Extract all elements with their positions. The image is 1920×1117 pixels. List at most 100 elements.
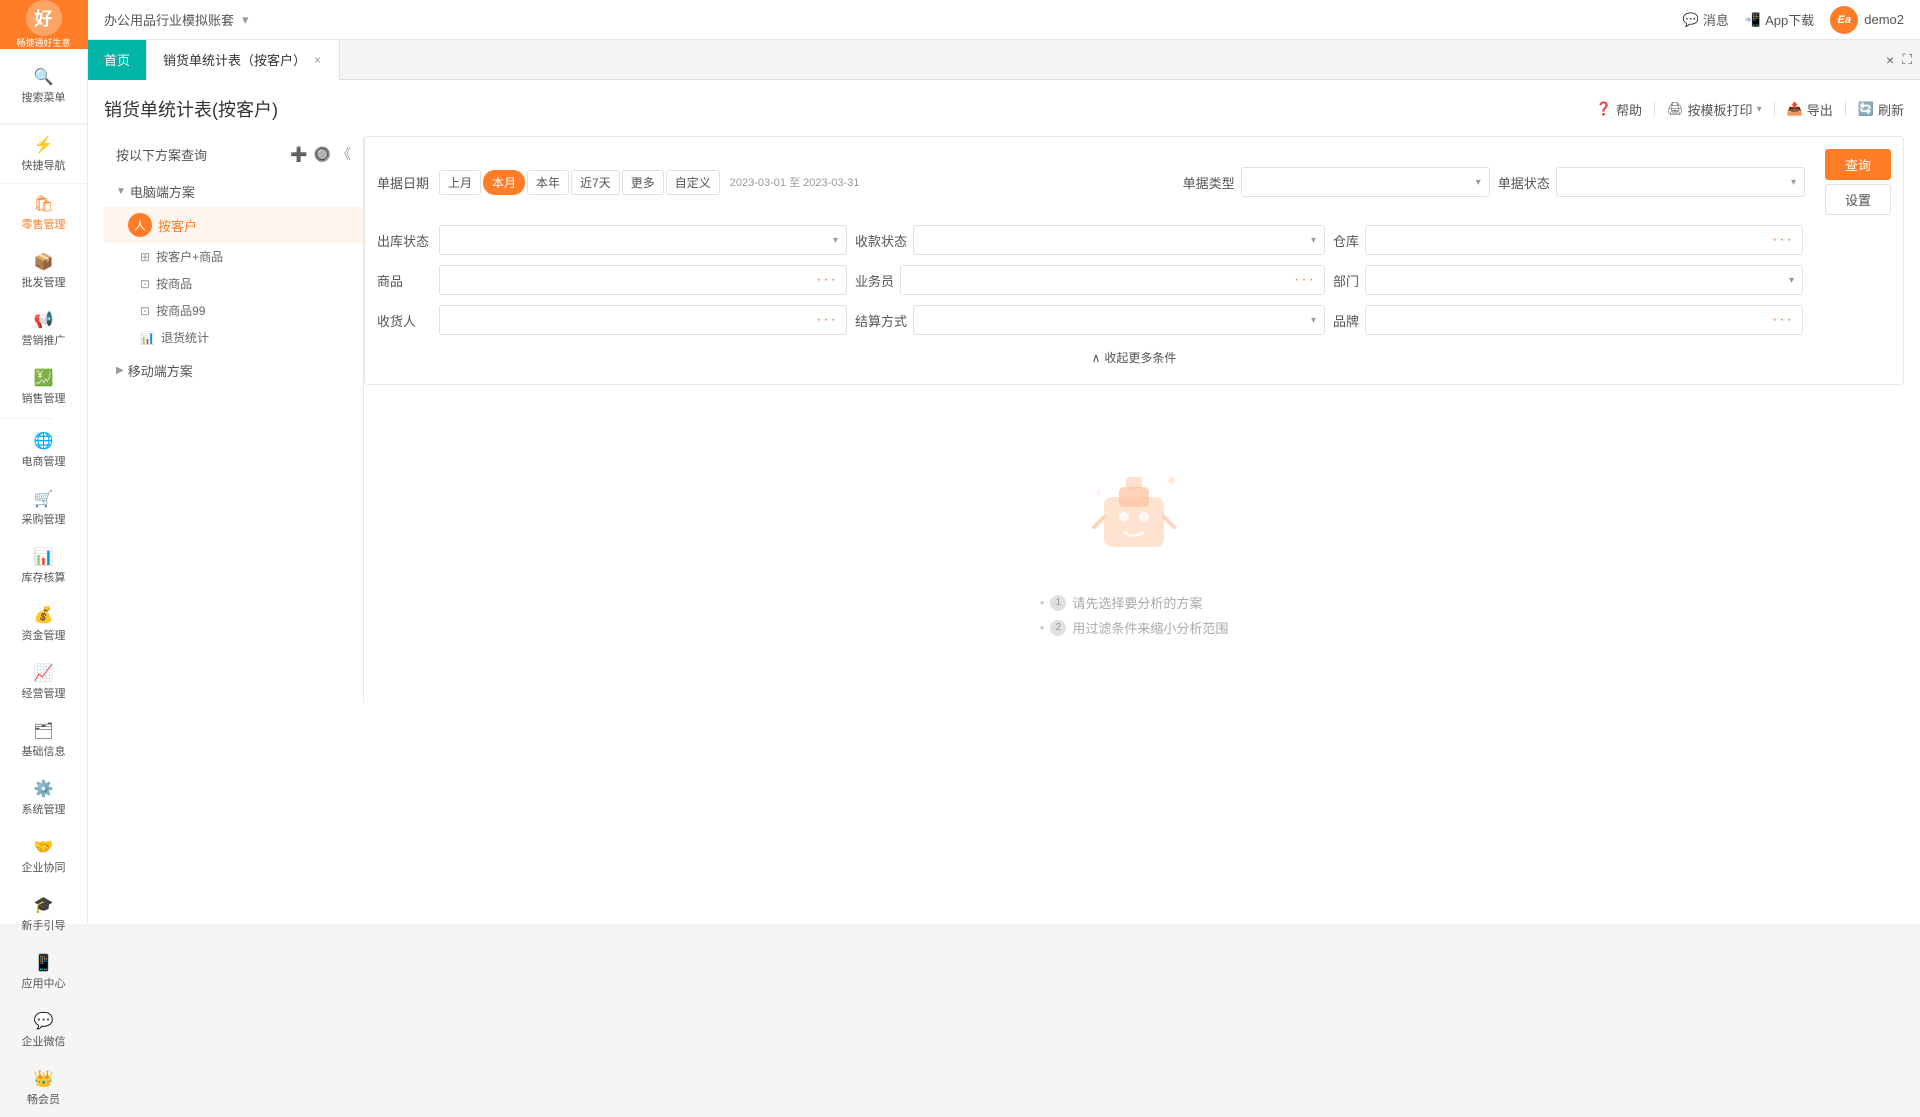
sidebar-item-ecommerce[interactable]: 🌐 电商管理 xyxy=(0,421,87,479)
brand-input[interactable]: ··· xyxy=(1365,305,1803,335)
home-tab-label: 首页 xyxy=(104,50,130,69)
sidebar-item-search[interactable]: 🔍 搜索菜单 xyxy=(0,57,87,115)
sidebar-item-marketing[interactable]: 📢 营销推广 xyxy=(0,300,87,358)
payment-input[interactable]: ▾ xyxy=(913,305,1325,335)
query-button[interactable]: 查询 xyxy=(1825,149,1891,180)
tree-grandchild-customer-goods[interactable]: ⊞ 按客户+商品 xyxy=(104,243,363,270)
payment-arrow: ▾ xyxy=(1311,315,1316,326)
sidebar-item-finance[interactable]: 💰 资金管理 xyxy=(0,595,87,653)
tree-parent-desktop[interactable]: ▼ 电脑端方案 xyxy=(104,176,363,207)
tree-child-customer[interactable]: 人 按客户 xyxy=(104,207,363,243)
order-type-input[interactable]: ▾ xyxy=(1241,167,1490,197)
date-btn-thismonth[interactable]: 本月 xyxy=(483,170,525,195)
filter-row-2: 出库状态 ▾ 收款状态 xyxy=(377,225,1891,255)
sidebar-item-retail[interactable]: 🛍 零售管理 xyxy=(0,184,87,242)
empty-tip-1: 1 请先选择要分析的方案 xyxy=(1040,593,1229,612)
logo-icon: 好 xyxy=(26,0,62,36)
department-input[interactable]: ▾ xyxy=(1365,265,1803,295)
sidebar-item-wholesale[interactable]: 📦 批发管理 xyxy=(0,242,87,300)
goods-dots: ··· xyxy=(816,271,838,289)
tree-grandchild-goods-label: 按商品 xyxy=(156,275,192,292)
export-button[interactable]: 📤 导出 xyxy=(1787,100,1833,119)
ecommerce-icon: 🌐 xyxy=(34,431,54,451)
date-filter: 单据日期 上月 本月 本年 近7天 更多 自定义 xyxy=(377,170,859,195)
appcenter-icon: 📱 xyxy=(34,953,54,973)
tree-parent-mobile[interactable]: ▶ 移动端方案 xyxy=(104,355,363,386)
app-download-button[interactable]: 📲 App下载 xyxy=(1745,10,1814,29)
receiver-input[interactable]: ··· xyxy=(439,305,847,335)
date-btn-lastmonth[interactable]: 上月 xyxy=(439,170,481,195)
header-right: 💬 消息 📲 App下载 Ea demo2 xyxy=(1683,6,1904,34)
divider-1 xyxy=(1654,102,1655,116)
warehouse-input[interactable]: ··· xyxy=(1365,225,1803,255)
tab-home[interactable]: 首页 xyxy=(88,40,147,80)
refresh-button[interactable]: 🔄 刷新 xyxy=(1858,100,1904,119)
tab-close-button[interactable]: × xyxy=(312,53,323,67)
tree-grandchild-return[interactable]: 📊 退货统计 xyxy=(104,324,363,351)
two-col-layout: 按以下方案查询 ➕ 🔘 《 ▼ 电脑端方案 人 按客户 xyxy=(104,136,1904,703)
sidebar-search-label: 搜索菜单 xyxy=(22,89,66,105)
sidebar-item-inventory[interactable]: 📊 库存核算 xyxy=(0,537,87,595)
sidebar-item-cooperation[interactable]: 🤝 企业协同 xyxy=(0,827,87,885)
settings-scheme-button[interactable]: 🔘 xyxy=(314,146,331,163)
help-label: 帮助 xyxy=(1616,100,1642,119)
date-btn-custom[interactable]: 自定义 xyxy=(666,170,720,195)
sidebar-item-vip[interactable]: 👑 畅会员 xyxy=(0,1059,87,1117)
add-scheme-button[interactable]: ➕ xyxy=(290,146,307,163)
receipt-status-input[interactable]: ▾ xyxy=(913,225,1325,255)
right-panel-wrapper: 单据日期 上月 本月 本年 近7天 更多 自定义 xyxy=(364,136,1904,703)
goods-input[interactable]: ··· xyxy=(439,265,847,295)
breadcrumb-arrow[interactable]: ▾ xyxy=(242,12,249,28)
goods-filter: 商品 ··· xyxy=(377,265,847,295)
newbie-icon: 🎓 xyxy=(34,895,54,915)
tree-grandchild-goods99[interactable]: ⊡ 按商品99 xyxy=(104,297,363,324)
page-inner: 销货单统计表(按客户) ❓ 帮助 🖨 按模板打印 ▾ 📤 xyxy=(88,80,1920,719)
sidebar-item-appcenter[interactable]: 📱 应用中心 xyxy=(0,943,87,1001)
user-profile[interactable]: Ea demo2 xyxy=(1830,6,1904,34)
tree-parent-label: 电脑端方案 xyxy=(130,182,195,201)
sidebar-item-purchase[interactable]: 🛒 采购管理 xyxy=(0,479,87,537)
sidebar-item-quicknav[interactable]: ⚡ 快捷导航 xyxy=(0,125,87,183)
help-button[interactable]: ❓ 帮助 xyxy=(1596,100,1642,119)
date-btn-thisyear[interactable]: 本年 xyxy=(527,170,569,195)
tab-sales-stats[interactable]: 销货单统计表（按客户） × xyxy=(147,40,340,80)
filter-row-3: 商品 ··· 业务员 xyxy=(377,265,1891,295)
divider-3 xyxy=(1845,102,1846,116)
print-label: 按模板打印 xyxy=(1688,100,1753,119)
sidebar-item-wechat[interactable]: 💬 企业微信 xyxy=(0,1001,87,1059)
tree-grandchild-goods[interactable]: ⊡ 按商品 xyxy=(104,270,363,297)
print-button[interactable]: 🖨 按模板打印 ▾ xyxy=(1667,100,1762,119)
return-icon: 📊 xyxy=(140,331,155,345)
page-content: 销货单统计表(按客户) ❓ 帮助 🖨 按模板打印 ▾ 📤 xyxy=(88,80,1920,924)
payment-filter: 结算方式 ▾ xyxy=(855,305,1325,335)
tab-maximize-button[interactable]: ⛶ xyxy=(1902,51,1912,68)
sidebar-item-system[interactable]: ⚙️ 系统管理 xyxy=(0,769,87,827)
brand-label: 品牌 xyxy=(1333,311,1359,330)
settings-button[interactable]: 设置 xyxy=(1825,184,1891,215)
sidebar-item-operations[interactable]: 📈 经营管理 xyxy=(0,653,87,711)
collapse-button[interactable]: ∧ 收起更多条件 xyxy=(1086,343,1183,372)
date-btn-more[interactable]: 更多 xyxy=(622,170,664,195)
tab-minimize-button[interactable]: × xyxy=(1886,52,1894,68)
svg-text:✦: ✦ xyxy=(1094,486,1104,500)
sidebar-item-newbie[interactable]: 🎓 新手引导 xyxy=(0,885,87,943)
svg-text:✦: ✦ xyxy=(1164,471,1179,491)
filter-main: 单据日期 上月 本月 本年 近7天 更多 自定义 xyxy=(364,136,1904,703)
sidebar-item-sales[interactable]: 💹 销售管理 xyxy=(0,358,87,416)
date-btn-last7days[interactable]: 近7天 xyxy=(571,170,620,195)
order-status-input[interactable]: ▾ xyxy=(1556,167,1805,197)
out-status-input[interactable]: ▾ xyxy=(439,225,847,255)
collapse-panel-button[interactable]: 《 xyxy=(337,144,351,164)
help-icon: ❓ xyxy=(1596,101,1612,117)
sidebar-item-basics[interactable]: 🗂 基础信息 xyxy=(0,711,87,769)
receipt-status-filter: 收款状态 ▾ xyxy=(855,225,1325,255)
empty-icon: ✦ ✦ xyxy=(1074,457,1194,577)
operations-icon: 📈 xyxy=(34,663,54,683)
salesperson-input[interactable]: ··· xyxy=(900,265,1325,295)
message-icon: 💬 xyxy=(1683,12,1699,28)
sidebar-quicknav-label: 快捷导航 xyxy=(22,157,66,173)
left-panel: 按以下方案查询 ➕ 🔘 《 ▼ 电脑端方案 人 按客户 xyxy=(104,136,364,703)
message-button[interactable]: 💬 消息 xyxy=(1683,10,1729,29)
tree-parent-mobile-label: 移动端方案 xyxy=(128,361,193,380)
sidebar-logo[interactable]: 好 畅捷通好生意 xyxy=(0,0,88,49)
